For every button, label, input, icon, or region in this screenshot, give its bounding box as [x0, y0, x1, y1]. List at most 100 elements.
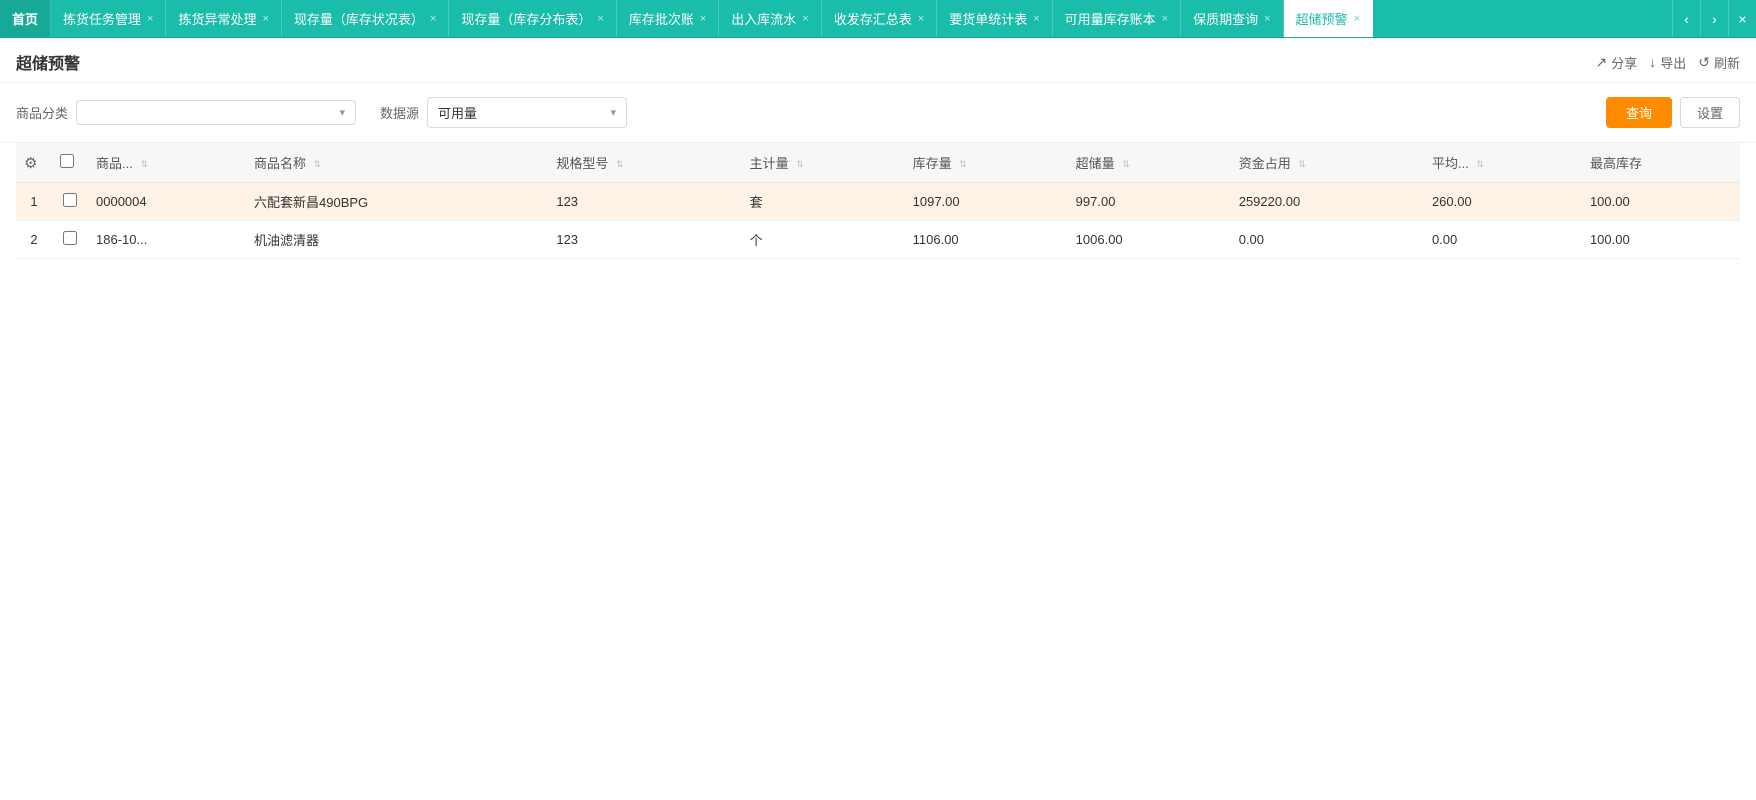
nav-item-inventory-dist[interactable]: 现存量（库存分布表） ×	[449, 0, 616, 37]
col-checkbox	[52, 143, 88, 183]
cell-capital-usage: 259220.00	[1231, 183, 1424, 221]
header-actions: ↗ 分享 ↓ 导出 ↺ 刷新	[1595, 53, 1740, 72]
cell-product-name: 六配套新昌490BPG	[246, 183, 548, 221]
data-source-filter: 数据源 可用量 ▾	[380, 97, 627, 128]
share-icon: ↗	[1595, 54, 1607, 71]
sort-icon: ⇅	[1476, 160, 1484, 169]
nav-arrow-close[interactable]: ×	[1728, 0, 1756, 38]
product-category-select[interactable]: ▾	[76, 100, 356, 125]
cell-average: 260.00	[1424, 183, 1582, 221]
cell-inventory: 1106.00	[905, 221, 1068, 259]
settings-button[interactable]: 设置	[1680, 97, 1740, 128]
col-average[interactable]: 平均... ⇅	[1424, 143, 1582, 183]
sort-icon: ⇅	[1298, 160, 1306, 169]
nav-item-inventory-status[interactable]: 现存量（库存状况表） ×	[282, 0, 449, 37]
export-button[interactable]: ↓ 导出	[1649, 53, 1686, 72]
product-category-filter: 商品分类 ▾	[16, 100, 356, 125]
cell-inventory: 1097.00	[905, 183, 1068, 221]
table-container: ⚙ 商品... ⇅ 商品名称 ⇅ 规格型号 ⇅	[0, 143, 1756, 259]
table-row: 1 0000004 六配套新昌490BPG 123 套 1097.00 997.…	[16, 183, 1740, 221]
cell-max-stock: 100.00	[1582, 221, 1740, 259]
row-checkbox[interactable]	[63, 193, 77, 207]
col-overstock[interactable]: 超储量 ⇅	[1068, 143, 1231, 183]
close-icon[interactable]: ×	[918, 13, 924, 25]
nav-arrows: ‹ › ×	[1672, 0, 1756, 38]
export-icon: ↓	[1649, 54, 1656, 70]
sort-icon: ⇅	[959, 160, 967, 169]
sort-icon: ⇅	[796, 160, 804, 169]
cell-spec: 123	[548, 221, 741, 259]
chevron-down-icon: ▾	[611, 106, 617, 119]
close-icon[interactable]: ×	[597, 13, 603, 25]
close-icon[interactable]: ×	[1354, 13, 1360, 25]
data-source-value: 可用量	[438, 103, 477, 122]
nav-item-home[interactable]: 首页	[0, 0, 51, 37]
nav-item-task-mgmt[interactable]: 拣货任务管理 ×	[51, 0, 166, 37]
nav-item-inout-flow[interactable]: 出入库流水 ×	[719, 0, 821, 37]
sort-icon: ⇅	[1122, 160, 1130, 169]
nav-item-abnormal[interactable]: 拣货异常处理 ×	[166, 0, 281, 37]
filter-area: 商品分类 ▾ 数据源 可用量 ▾ 查询 设置	[0, 83, 1756, 143]
refresh-button[interactable]: ↺ 刷新	[1698, 53, 1740, 72]
query-button[interactable]: 查询	[1606, 97, 1672, 128]
sort-icon: ⇅	[140, 160, 148, 169]
select-all-checkbox[interactable]	[60, 154, 74, 168]
nav-item-quality-check[interactable]: 保质期查询 ×	[1181, 0, 1283, 37]
gear-icon[interactable]: ⚙	[24, 155, 37, 172]
table-row: 2 186-10... 机油滤清器 123 个 1106.00 1006.00 …	[16, 221, 1740, 259]
close-icon[interactable]: ×	[1033, 13, 1039, 25]
refresh-icon: ↺	[1698, 54, 1710, 71]
top-navigation: 首页 拣货任务管理 × 拣货异常处理 × 现存量（库存状况表） × 现存量（库存…	[0, 0, 1756, 38]
close-icon[interactable]: ×	[700, 13, 706, 25]
page-title: 超储预警	[16, 50, 80, 74]
cell-max-stock: 100.00	[1582, 183, 1740, 221]
col-settings: ⚙	[16, 143, 52, 183]
nav-item-batch[interactable]: 库存批次账 ×	[617, 0, 719, 37]
row-number: 1	[16, 183, 52, 221]
cell-capital-usage: 0.00	[1231, 221, 1424, 259]
cell-unit: 个	[742, 221, 905, 259]
nav-item-summary[interactable]: 收发存汇总表 ×	[822, 0, 937, 37]
row-checkbox-cell	[52, 183, 88, 221]
nav-item-order-stats[interactable]: 要货单统计表 ×	[937, 0, 1052, 37]
product-category-label: 商品分类	[16, 103, 68, 122]
close-icon[interactable]: ×	[262, 13, 268, 25]
cell-product-code: 0000004	[88, 183, 246, 221]
col-inventory[interactable]: 库存量 ⇅	[905, 143, 1068, 183]
chevron-down-icon: ▾	[339, 106, 345, 119]
sort-icon: ⇅	[314, 160, 322, 169]
nav-item-overstock[interactable]: 超储预警 ×	[1284, 0, 1373, 37]
cell-overstock: 1006.00	[1068, 221, 1231, 259]
col-product-name[interactable]: 商品名称 ⇅	[246, 143, 548, 183]
filter-actions: 查询 设置	[1606, 97, 1740, 128]
table-header-row: ⚙ 商品... ⇅ 商品名称 ⇅ 规格型号 ⇅	[16, 143, 1740, 183]
data-source-label: 数据源	[380, 103, 419, 122]
data-source-select[interactable]: 可用量 ▾	[427, 97, 627, 128]
row-checkbox-cell	[52, 221, 88, 259]
col-product-code[interactable]: 商品... ⇅	[88, 143, 246, 183]
cell-average: 0.00	[1424, 221, 1582, 259]
share-button[interactable]: ↗ 分享	[1595, 53, 1637, 72]
nav-item-available[interactable]: 可用量库存账本 ×	[1053, 0, 1181, 37]
cell-product-name: 机油滤清器	[246, 221, 548, 259]
cell-spec: 123	[548, 183, 741, 221]
main-content: 超储预警 ↗ 分享 ↓ 导出 ↺ 刷新 商品分类 ▾ 数据源	[0, 38, 1756, 800]
row-number: 2	[16, 221, 52, 259]
close-icon[interactable]: ×	[147, 13, 153, 25]
table-body: 1 0000004 六配套新昌490BPG 123 套 1097.00 997.…	[16, 183, 1740, 259]
col-capital-usage[interactable]: 资金占用 ⇅	[1231, 143, 1424, 183]
col-max-stock[interactable]: 最高库存	[1582, 143, 1740, 183]
col-spec[interactable]: 规格型号 ⇅	[548, 143, 741, 183]
col-unit[interactable]: 主计量 ⇅	[742, 143, 905, 183]
close-icon[interactable]: ×	[430, 13, 436, 25]
close-icon[interactable]: ×	[802, 13, 808, 25]
nav-arrow-right[interactable]: ›	[1700, 0, 1728, 38]
close-icon[interactable]: ×	[1162, 13, 1168, 25]
row-checkbox[interactable]	[63, 231, 77, 245]
nav-arrow-left[interactable]: ‹	[1672, 0, 1700, 38]
cell-overstock: 997.00	[1068, 183, 1231, 221]
cell-unit: 套	[742, 183, 905, 221]
close-icon[interactable]: ×	[1264, 13, 1270, 25]
sort-icon: ⇅	[616, 160, 624, 169]
cell-product-code: 186-10...	[88, 221, 246, 259]
